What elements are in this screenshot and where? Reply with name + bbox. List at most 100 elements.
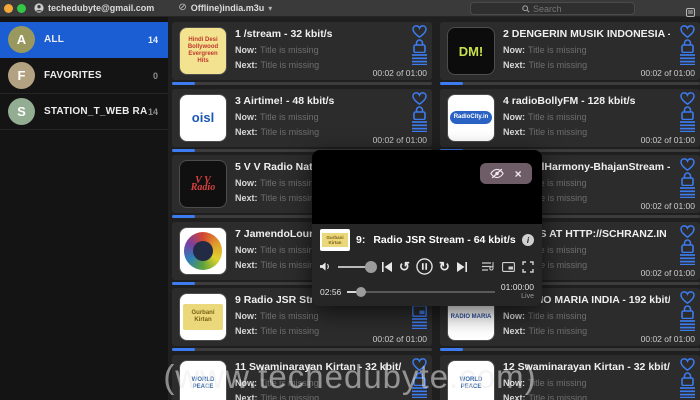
station-logo-text: WORLD PEACE bbox=[191, 376, 215, 390]
queue-list-icon[interactable] bbox=[680, 187, 695, 198]
station-title: 3 Airtime! - 48 kbit/s bbox=[235, 94, 335, 107]
queue-list-icon[interactable] bbox=[680, 320, 695, 331]
station-card[interactable]: Hindi Desi Bollywood Evergreen Hits 1 /s… bbox=[172, 22, 432, 80]
station-logo-text: Gurbani Kirtan bbox=[183, 304, 223, 330]
sidebar-item-label: STATION_T_WEB RADIO bbox=[44, 106, 148, 117]
queue-list-icon[interactable] bbox=[412, 318, 427, 329]
account-menu[interactable]: techedubyte@gmail.com bbox=[34, 3, 154, 13]
station-time: 00:02 of 01:00 bbox=[640, 134, 695, 145]
station-logo: WORLD PEACE bbox=[179, 359, 227, 400]
station-row: WORLD PEACE 12 Swaminarayan Kirtan - 32 … bbox=[440, 354, 700, 400]
picture-in-picture-icon[interactable] bbox=[502, 261, 515, 272]
favorite-heart-icon[interactable] bbox=[680, 291, 695, 304]
station-card[interactable]: WORLD PEACE 12 Swaminarayan Kirtan - 32 … bbox=[440, 354, 700, 400]
queue-list-icon[interactable] bbox=[680, 253, 695, 265]
favorite-heart-icon[interactable] bbox=[680, 158, 695, 171]
pause-button[interactable] bbox=[416, 258, 433, 275]
search-box[interactable] bbox=[470, 2, 635, 15]
queue-list-icon[interactable] bbox=[412, 386, 427, 398]
lock-icon[interactable] bbox=[681, 238, 694, 253]
lock-icon[interactable] bbox=[413, 105, 426, 120]
favorite-heart-icon[interactable] bbox=[412, 91, 427, 105]
station-logo-text: RADIO MARIA bbox=[450, 313, 492, 320]
queue-list-icon[interactable] bbox=[680, 54, 695, 65]
previous-track-icon[interactable] bbox=[382, 261, 393, 272]
station-title: 1 /stream - 32 kbit/s bbox=[235, 28, 333, 40]
queue-list-icon[interactable] bbox=[680, 120, 695, 132]
station-title: 11 Swaminarayan Kirtan - 32 kbit/s bbox=[235, 360, 402, 373]
station-row: oisl 3 Airtime! - 48 kbit/s Now: Title is… bbox=[172, 88, 440, 156]
sidebar-item[interactable]: F FAVORITES 0 bbox=[0, 58, 168, 94]
favorite-heart-icon[interactable] bbox=[680, 357, 695, 371]
favorite-heart-icon[interactable] bbox=[680, 91, 695, 105]
station-logo: DM! bbox=[447, 27, 495, 75]
player-total-time: 01:00:00 bbox=[500, 282, 534, 292]
station-title: 12 Swaminarayan Kirtan - 32 kbit/s bbox=[503, 360, 670, 373]
favorite-heart-icon[interactable] bbox=[412, 357, 427, 371]
station-progress-bar bbox=[440, 348, 700, 351]
search-icon bbox=[522, 4, 530, 13]
view-toggle-button[interactable] bbox=[686, 4, 695, 22]
lock-icon[interactable] bbox=[413, 39, 426, 53]
chevron-down-icon: ▾ bbox=[268, 3, 273, 13]
lock-icon[interactable] bbox=[681, 105, 694, 120]
lock-icon[interactable] bbox=[681, 305, 694, 319]
station-now-line: Now:Title is missing bbox=[235, 178, 319, 188]
station-now-line: Now:Title is missing bbox=[235, 311, 319, 321]
lock-icon[interactable] bbox=[681, 39, 694, 53]
station-row: RadioCity.in 4 radioBollyFM - 128 kbit/s… bbox=[440, 88, 700, 156]
traffic-light-green[interactable] bbox=[17, 3, 26, 13]
traffic-light-yellow[interactable] bbox=[4, 3, 13, 13]
lock-icon[interactable] bbox=[413, 371, 426, 386]
skip-back-icon[interactable]: ↺ bbox=[399, 260, 410, 273]
station-logo-text: WORLD PEACE bbox=[459, 376, 483, 390]
floating-player: × Gurbani Kirtan 9: Radio JSR Stream - 6… bbox=[312, 150, 542, 306]
playlist-selector[interactable]: ⊘ Offline)india.m3u ▾ bbox=[178, 2, 273, 14]
favorite-heart-icon[interactable] bbox=[680, 224, 695, 238]
next-track-icon[interactable] bbox=[456, 261, 467, 272]
queue-list-icon[interactable] bbox=[412, 120, 427, 132]
station-card[interactable]: DM! 2 DENGERIN MUSIK INDONESIA - 64 kbit… bbox=[440, 22, 700, 80]
favorite-heart-icon[interactable] bbox=[680, 25, 695, 38]
sidebar-item[interactable]: S STATION_T_WEB RADIO 14 bbox=[0, 94, 168, 130]
favorite-heart-icon[interactable] bbox=[412, 25, 427, 38]
station-now-line: Now:Title is missing bbox=[503, 311, 587, 321]
station-card[interactable]: RadioCity.in 4 radioBollyFM - 128 kbit/s… bbox=[440, 88, 700, 147]
player-video-area[interactable]: × bbox=[312, 150, 542, 224]
station-logo: WORLD PEACE bbox=[447, 359, 495, 400]
sidebar-item-count: 14 bbox=[147, 34, 158, 45]
player-overlay-actions: × bbox=[480, 163, 532, 184]
station-row: DM! 2 DENGERIN MUSIK INDONESIA - 64 kbit… bbox=[440, 22, 700, 89]
station-next-line: Next:Title is missing bbox=[235, 392, 320, 400]
queue-list-icon[interactable] bbox=[680, 386, 695, 398]
sidebar-item[interactable]: A ALL 14 bbox=[0, 22, 168, 58]
close-player-icon[interactable]: × bbox=[515, 168, 522, 180]
volume-slider[interactable] bbox=[338, 260, 378, 273]
player-station-index: 9: bbox=[356, 234, 366, 246]
seek-knob[interactable] bbox=[356, 287, 367, 297]
volume-knob[interactable] bbox=[365, 260, 378, 273]
station-card[interactable]: WORLD PEACE 11 Swaminarayan Kirtan - 32 … bbox=[172, 354, 432, 400]
station-next-line: Next:Title is missing bbox=[235, 259, 320, 270]
sidebar-item-avatar: S bbox=[8, 98, 35, 125]
station-logo-text bbox=[184, 231, 222, 270]
lock-icon[interactable] bbox=[681, 172, 694, 186]
fullscreen-icon[interactable] bbox=[522, 260, 534, 273]
station-card[interactable]: oisl 3 Airtime! - 48 kbit/s Now: Title is… bbox=[172, 88, 432, 147]
sidebar-item-label: ALL bbox=[44, 34, 65, 45]
list-view-icon bbox=[686, 8, 695, 17]
skip-forward-icon[interactable]: ↻ bbox=[439, 260, 450, 273]
seek-bar[interactable] bbox=[347, 287, 495, 297]
title-bar: techedubyte@gmail.com ⊘ Offline)india.m3… bbox=[0, 0, 700, 17]
info-icon[interactable]: i bbox=[522, 234, 534, 246]
queue-list-icon[interactable] bbox=[412, 54, 427, 65]
search-input[interactable] bbox=[533, 3, 583, 14]
volume-icon[interactable] bbox=[320, 261, 332, 272]
lock-icon[interactable] bbox=[681, 371, 694, 386]
now-playing-video-icon[interactable] bbox=[412, 305, 427, 317]
hide-video-icon[interactable] bbox=[490, 168, 505, 179]
station-time: 00:02 of 01:00 bbox=[640, 267, 695, 278]
offline-icon: ⊘ bbox=[178, 2, 187, 13]
playlist-icon[interactable] bbox=[482, 261, 495, 272]
station-logo: V V Radio bbox=[179, 160, 227, 208]
